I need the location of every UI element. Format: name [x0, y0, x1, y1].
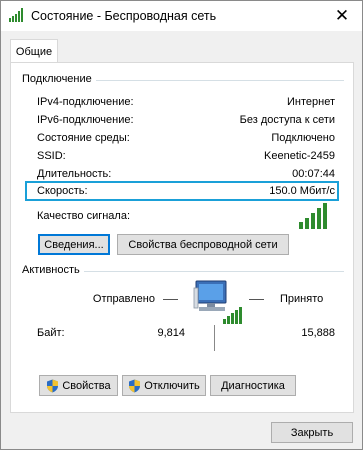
ssid-value: Keenetic-2459 — [264, 150, 335, 162]
media-state-label: Состояние среды: — [37, 132, 130, 144]
network-computer-icon — [193, 280, 242, 324]
duration-label: Длительность: — [37, 168, 112, 180]
ipv4-value: Интернет — [287, 96, 335, 108]
received-label: Принято — [280, 293, 324, 305]
ssid-label: SSID: — [37, 150, 66, 162]
connection-group-title: Подключение — [22, 73, 96, 85]
ipv6-label: IPv6-подключение: — [37, 114, 134, 126]
title-bar[interactable]: Состояние - Беспроводная сеть ✕ — [1, 1, 362, 31]
uac-shield-icon — [47, 379, 59, 392]
properties-button[interactable]: Свойства — [39, 375, 118, 396]
received-dash — [249, 299, 264, 300]
activity-group-title: Активность — [22, 264, 84, 276]
speed-label: Скорость: — [37, 185, 88, 197]
disable-button[interactable]: Отключить — [122, 375, 206, 396]
bytes-label: Байт: — [37, 327, 65, 339]
signal-quality-label: Качество сигнала: — [37, 210, 131, 222]
ipv4-label: IPv4-подключение: — [37, 96, 134, 108]
sent-label: Отправлено — [92, 293, 155, 305]
sent-dash — [163, 299, 178, 300]
close-icon[interactable]: ✕ — [322, 1, 362, 31]
close-button[interactable]: Закрыть — [271, 422, 353, 443]
received-bytes-value: 15,888 — [301, 327, 335, 339]
duration-value: 00:07:44 — [292, 168, 335, 180]
signal-strength-icon — [299, 203, 327, 229]
uac-shield-icon — [129, 379, 141, 392]
wireless-network-icon — [9, 8, 23, 22]
ipv6-value: Без доступа к сети — [239, 114, 335, 126]
disable-label: Отключить — [144, 379, 200, 392]
general-panel: Подключение IPv4-подключение: Интернет I… — [10, 62, 354, 413]
window-title: Состояние - Беспроводная сеть — [31, 9, 217, 23]
status-dialog: Состояние - Беспроводная сеть ✕ Общие По… — [0, 0, 363, 450]
tab-bar: Общие — [1, 31, 362, 63]
media-state-value: Подключено — [271, 132, 335, 144]
bytes-separator — [214, 325, 215, 351]
properties-label: Свойства — [62, 379, 111, 392]
speed-value: 150.0 Мбит/с — [269, 185, 335, 197]
sent-bytes-value: 9,814 — [157, 327, 185, 339]
details-button[interactable]: Сведения... — [38, 234, 110, 255]
diagnose-button[interactable]: Диагностика — [210, 375, 296, 396]
tab-general[interactable]: Общие — [10, 39, 58, 63]
wireless-properties-button[interactable]: Свойства беспроводной сети — [117, 234, 289, 255]
